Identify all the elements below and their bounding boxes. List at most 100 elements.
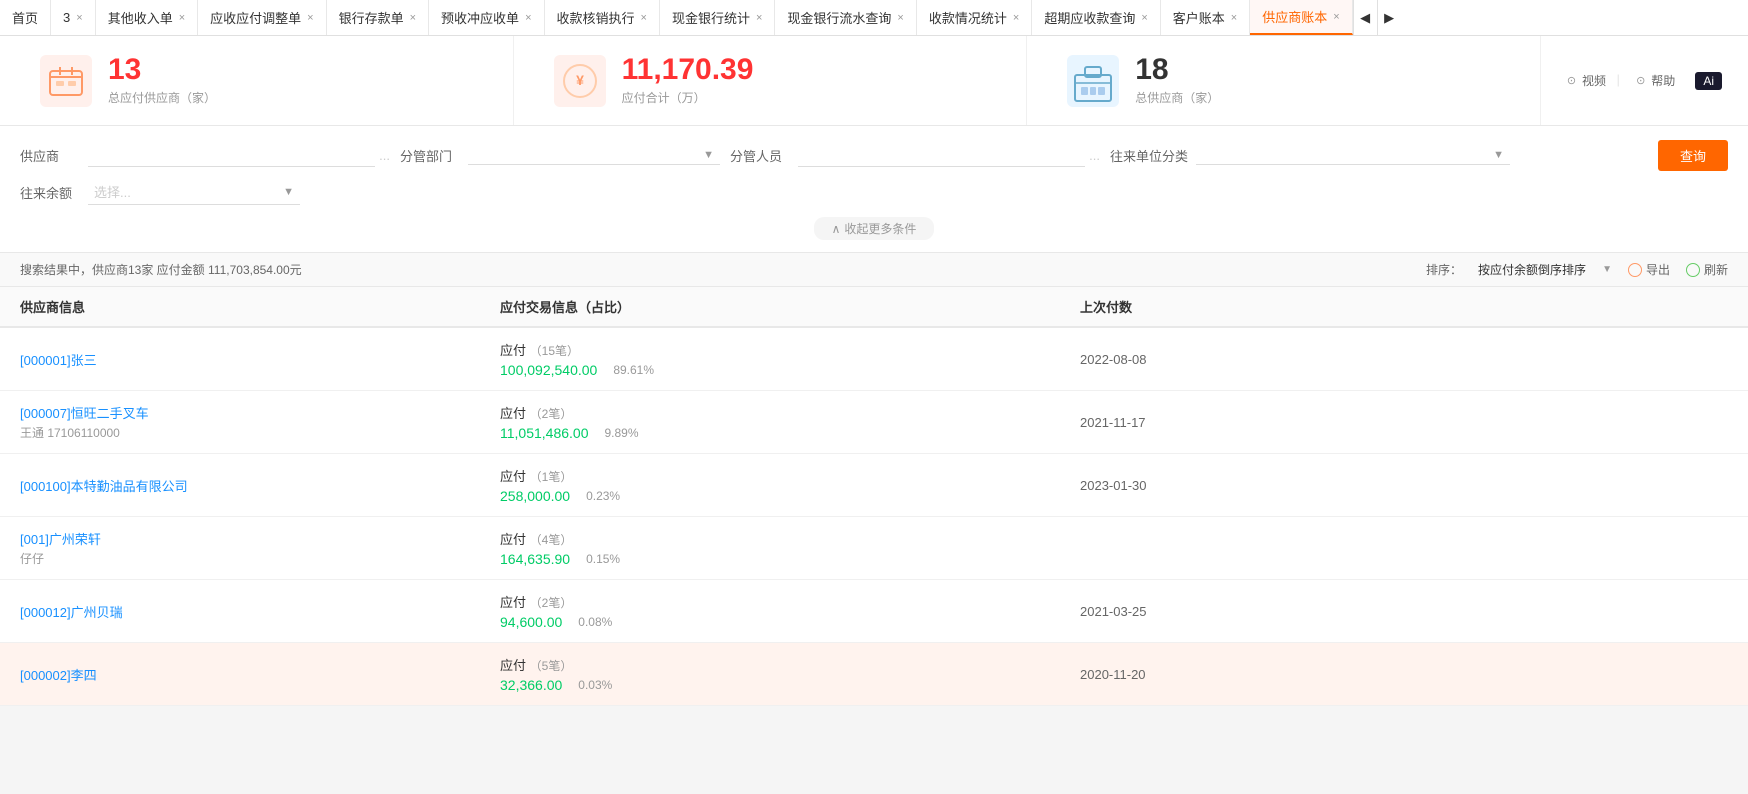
txn-percent-1: 9.89% <box>605 426 639 440</box>
nav-tab-supplier-book-label: 供应商账本 <box>1262 7 1327 26</box>
txn-percent-3: 0.15% <box>586 552 620 566</box>
supplier-link-4[interactable]: [000012]广州贝瑞 <box>20 605 123 620</box>
close-tab-pre-receive[interactable]: × <box>525 12 531 24</box>
result-bar-right: 排序： 按应付余额倒序排序 ▼ 导出 刷新 <box>1426 261 1728 278</box>
supplier-link-2[interactable]: [000100]本特勤油品有限公司 <box>20 479 188 494</box>
txn-percent-5: 0.03% <box>578 678 612 692</box>
supplier-link-5[interactable]: [000002]李四 <box>20 668 97 683</box>
nav-tab-overdue-ar-label: 超期应收款查询 <box>1044 8 1135 27</box>
dept-arrow-icon: ▼ <box>703 149 714 161</box>
query-button[interactable]: 查询 <box>1658 140 1728 171</box>
last-pay-0: 2022-08-08 <box>1080 352 1728 367</box>
txn-label-0: 应付 （15笔） <box>500 340 1080 359</box>
supplier-input[interactable] <box>88 145 375 167</box>
transaction-info-3: 应付 （4笔） 164,635.90 0.15% <box>500 529 1080 567</box>
balance-placeholder: 选择... <box>94 182 283 201</box>
txn-label-4: 应付 （2笔） <box>500 592 1080 611</box>
summary-card-total-suppliers: 18 总供应商（家） <box>1027 36 1541 125</box>
nav-prev-arrow[interactable]: ◀ <box>1353 0 1377 36</box>
close-tab-overdue-ar[interactable]: × <box>1141 12 1147 24</box>
txn-label-1: 应付 （2笔） <box>500 403 1080 422</box>
transaction-info-0: 应付 （15笔） 100,092,540.00 89.61% <box>500 340 1080 378</box>
supplier-link-1[interactable]: [000007]恒旺二手叉车 <box>20 406 149 421</box>
refresh-button[interactable]: 刷新 <box>1686 261 1728 278</box>
txn-amount-0: 100,092,540.00 <box>500 362 597 378</box>
nav-tab-overdue-ar[interactable]: 超期应收款查询 × <box>1032 0 1160 35</box>
collapse-bar: ∧ 收起更多条件 <box>20 213 1728 242</box>
nav-tab-receipt-verify[interactable]: 收款核销执行 × <box>545 0 660 35</box>
nav-tab-3[interactable]: 3 × <box>51 0 96 35</box>
nav-tab-pre-receive[interactable]: 预收冲应收单 × <box>429 0 544 35</box>
close-tab-3[interactable]: × <box>76 12 82 24</box>
supplier-sub-3: 仔仔 <box>20 550 500 567</box>
balance-select[interactable]: 选择... ▼ <box>88 179 300 205</box>
filter-balance: 往来余额 选择... ▼ <box>20 179 300 205</box>
nav-tab-home-label: 首页 <box>12 8 38 27</box>
close-tab-other-income[interactable]: × <box>179 12 185 24</box>
nav-tab-ar-ap-adjust-label: 应收应付调整单 <box>210 8 301 27</box>
table-row: [000012]广州贝瑞 应付 （2笔） 94,600.00 0.08% 202… <box>0 580 1748 643</box>
total-suppliers-label: 总供应商（家） <box>1135 89 1219 106</box>
collapse-button[interactable]: ∧ 收起更多条件 <box>814 217 935 240</box>
nav-tab-cash-bank-flow[interactable]: 现金银行流水查询 × <box>775 0 916 35</box>
person-input[interactable] <box>798 145 1085 167</box>
close-tab-customer-book[interactable]: × <box>1231 12 1237 24</box>
table-row: [000100]本特勤油品有限公司 应付 （1笔） 258,000.00 0.2… <box>0 454 1748 517</box>
nav-tab-customer-book-label: 客户账本 <box>1173 8 1225 27</box>
result-text: 搜索结果中，供应商13家 应付金额 111,703,854.00元 <box>20 261 302 278</box>
nav-tab-home[interactable]: 首页 <box>0 0 51 35</box>
transaction-info-1: 应付 （2笔） 11,051,486.00 9.89% <box>500 403 1080 441</box>
close-tab-receipt-stat[interactable]: × <box>1013 12 1019 24</box>
close-tab-receipt-verify[interactable]: × <box>641 12 647 24</box>
nav-tab-cash-bank-stat[interactable]: 现金银行统计 × <box>660 0 775 35</box>
last-pay-1: 2021-11-17 <box>1080 415 1728 430</box>
export-button[interactable]: 导出 <box>1628 261 1670 278</box>
col-header-supplier: 供应商信息 <box>20 297 500 316</box>
total-suppliers-num: 18 <box>1135 55 1219 85</box>
close-tab-bank-deposit[interactable]: × <box>410 12 416 24</box>
nav-tab-pre-receive-label: 预收冲应收单 <box>441 8 519 27</box>
close-tab-ar-ap-adjust[interactable]: × <box>307 12 313 24</box>
dept-filter-label: 分管部门 <box>400 146 460 165</box>
close-tab-supplier-book[interactable]: × <box>1333 11 1339 23</box>
svg-text:¥: ¥ <box>576 72 584 88</box>
help-links: ⊙ 视频 ｜ ⊙ 帮助 Ai <box>1541 36 1748 125</box>
refresh-icon <box>1686 263 1700 277</box>
refresh-label: 刷新 <box>1704 261 1728 278</box>
sort-label: 排序： <box>1426 261 1462 278</box>
nav-tab-customer-book[interactable]: 客户账本 × <box>1161 0 1250 35</box>
txn-amount-3: 164,635.90 <box>500 551 570 567</box>
supplier-link-3[interactable]: [001]广州荣轩 <box>20 532 101 547</box>
balance-filter-label: 往来余额 <box>20 183 80 202</box>
chevron-up-icon: ∧ <box>832 222 841 236</box>
supplier-input-dots: ... <box>379 148 390 163</box>
table-row: [001]广州荣轩 仔仔 应付 （4笔） 164,635.90 0.15% <box>0 517 1748 580</box>
nav-next-arrow[interactable]: ▶ <box>1377 0 1401 36</box>
category-filter-label: 往来单位分类 <box>1110 146 1188 165</box>
nav-tab-supplier-book[interactable]: 供应商账本 × <box>1250 0 1352 35</box>
txn-amount-4: 94,600.00 <box>500 614 562 630</box>
nav-tab-receipt-stat[interactable]: 收款情况统计 × <box>917 0 1032 35</box>
total-suppliers-icon <box>1067 55 1119 107</box>
table-row: [000001]张三 应付 （15笔） 100,092,540.00 89.61… <box>0 328 1748 391</box>
filter-row-1: 供应商 ... 分管部门 ▼ 分管人员 ... 往来单位分类 ▼ 查询 <box>20 140 1728 171</box>
ai-badge[interactable]: Ai <box>1695 72 1722 90</box>
close-tab-cash-bank-stat[interactable]: × <box>756 12 762 24</box>
supplier-sub-1: 王通 17106110000 <box>20 424 500 441</box>
nav-tab-ar-ap-adjust[interactable]: 应收应付调整单 × <box>198 0 326 35</box>
close-tab-cash-bank-flow[interactable]: × <box>897 12 903 24</box>
supplier-link-0[interactable]: [000001]张三 <box>20 353 97 368</box>
nav-tab-other-income[interactable]: 其他收入单 × <box>96 0 198 35</box>
nav-tab-3-label: 3 <box>63 10 70 25</box>
nav-tab-bank-deposit[interactable]: 银行存款单 × <box>327 0 429 35</box>
category-arrow-icon: ▼ <box>1493 149 1504 161</box>
divider: ｜ <box>1612 72 1624 89</box>
dept-select[interactable]: ▼ <box>468 146 720 165</box>
help-link[interactable]: 帮助 <box>1651 72 1675 89</box>
data-table: 供应商信息 应付交易信息（占比） 上次付数 [000001]张三 应付 （15笔… <box>0 287 1748 706</box>
txn-percent-0: 89.61% <box>613 363 654 377</box>
sort-value[interactable]: 按应付余额倒序排序 <box>1478 261 1586 278</box>
category-select[interactable]: ▼ <box>1196 146 1510 165</box>
video-link[interactable]: 视频 <box>1582 72 1606 89</box>
supplier-info-4: [000012]广州贝瑞 <box>20 602 500 621</box>
